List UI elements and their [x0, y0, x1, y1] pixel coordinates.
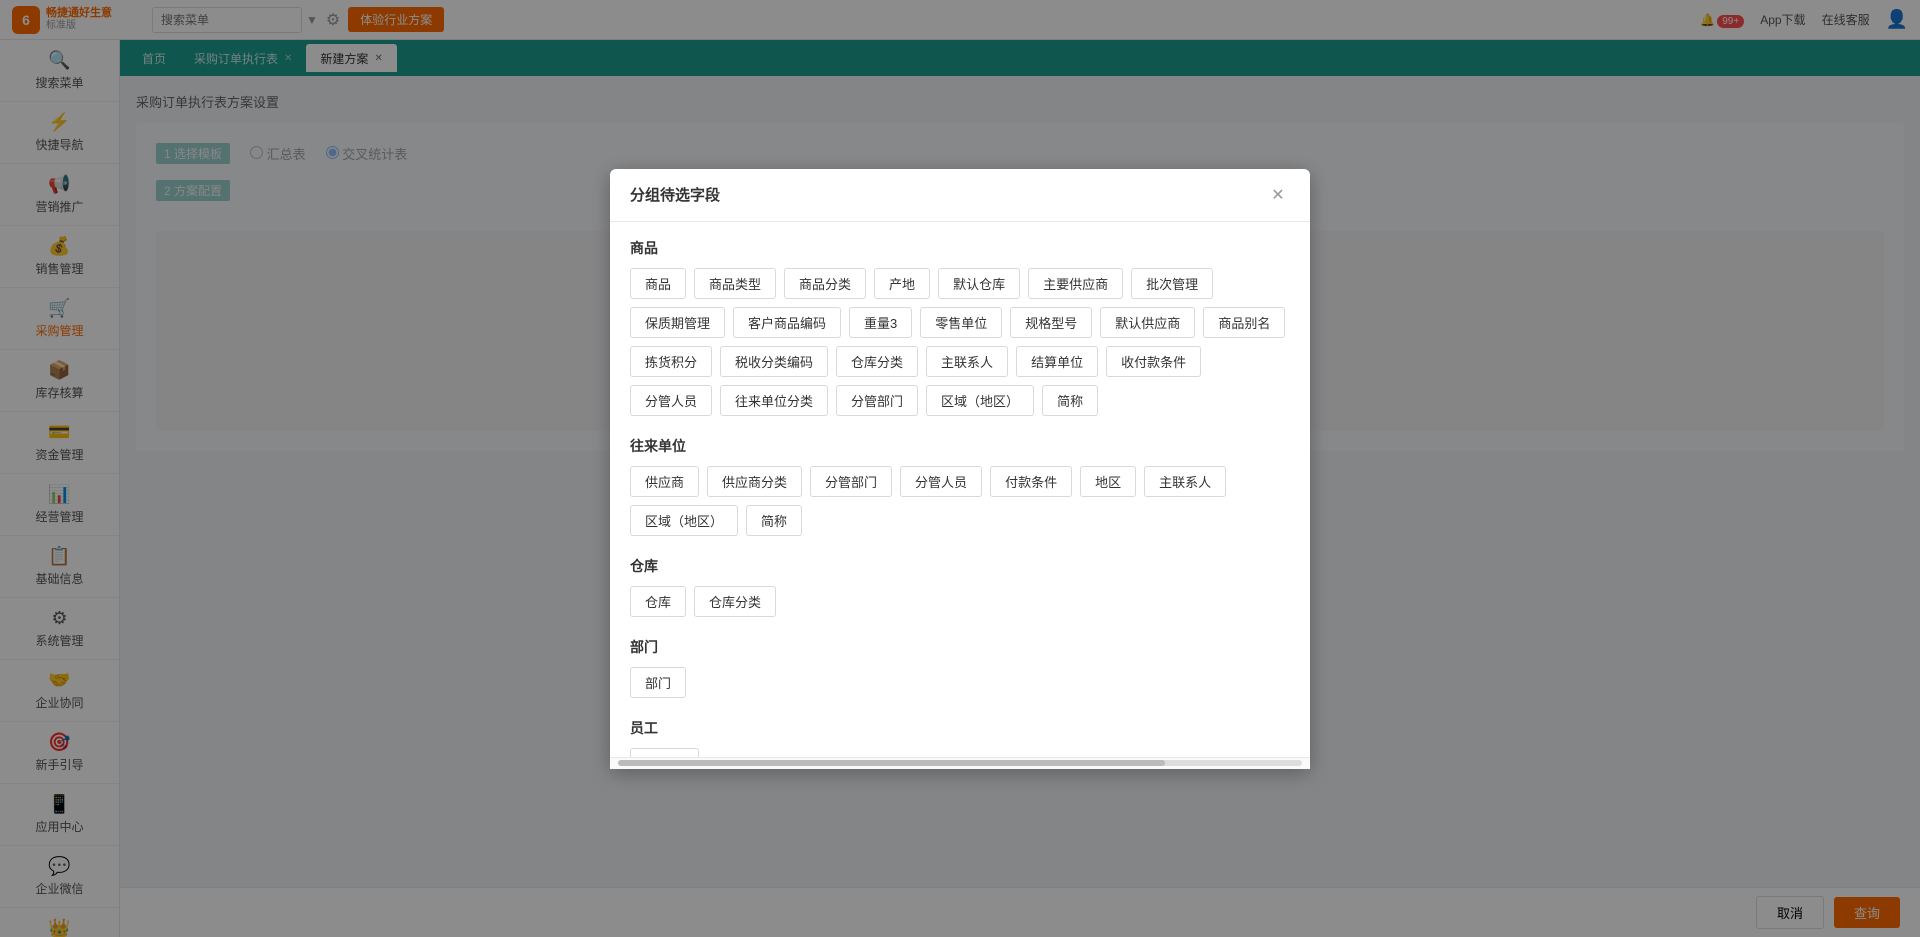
section-department: 部门 部门	[630, 637, 1290, 698]
modal-footer-scroll	[610, 757, 1310, 769]
field-tag[interactable]: 供应商分类	[707, 466, 802, 497]
field-tag[interactable]: 默认供应商	[1100, 307, 1195, 338]
section-staff-title: 员工	[630, 718, 1290, 738]
modal-header: 分组待选字段 ✕	[610, 169, 1310, 222]
field-tag[interactable]: 主要供应商	[1028, 268, 1123, 299]
field-tag[interactable]: 仓库分类	[694, 586, 776, 617]
field-tag[interactable]: 客户商品编码	[733, 307, 841, 338]
field-tag[interactable]: 往来单位分类	[720, 385, 828, 416]
section-staff-fields: 业务员	[630, 748, 1290, 757]
section-warehouse-fields: 仓库 仓库分类	[630, 586, 1290, 617]
field-tag[interactable]: 结算单位	[1016, 346, 1098, 377]
field-tag[interactable]: 分管人员	[900, 466, 982, 497]
section-department-title: 部门	[630, 637, 1290, 657]
section-partner-fields: 供应商 供应商分类 分管部门 分管人员 付款条件 地区 主联系人 区域（地区） …	[630, 466, 1290, 536]
field-tag[interactable]: 地区	[1080, 466, 1136, 497]
section-partner: 往来单位 供应商 供应商分类 分管部门 分管人员 付款条件 地区 主联系人 区域…	[630, 436, 1290, 536]
section-goods-title: 商品	[630, 238, 1290, 258]
field-tag[interactable]: 分管部门	[810, 466, 892, 497]
section-warehouse: 仓库 仓库 仓库分类	[630, 556, 1290, 617]
field-tag[interactable]: 收付款条件	[1106, 346, 1201, 377]
section-goods-fields: 商品 商品类型 商品分类 产地 默认仓库 主要供应商 批次管理 保质期管理 客户…	[630, 268, 1290, 416]
field-tag[interactable]: 区域（地区）	[926, 385, 1034, 416]
field-tag[interactable]: 简称	[1042, 385, 1098, 416]
field-tag[interactable]: 商品	[630, 268, 686, 299]
field-tag[interactable]: 区域（地区）	[630, 505, 738, 536]
field-tag[interactable]: 供应商	[630, 466, 699, 497]
field-tag[interactable]: 商品别名	[1203, 307, 1285, 338]
field-tag[interactable]: 零售单位	[920, 307, 1002, 338]
field-tag[interactable]: 业务员	[630, 748, 699, 757]
modal-title: 分组待选字段	[630, 184, 720, 205]
field-tag[interactable]: 批次管理	[1131, 268, 1213, 299]
field-tag[interactable]: 分管部门	[836, 385, 918, 416]
field-tag[interactable]: 商品类型	[694, 268, 776, 299]
field-tag[interactable]: 税收分类编码	[720, 346, 828, 377]
field-tag[interactable]: 主联系人	[926, 346, 1008, 377]
field-tag[interactable]: 仓库分类	[836, 346, 918, 377]
field-tag[interactable]: 部门	[630, 667, 686, 698]
modal-body: 商品 商品 商品类型 商品分类 产地 默认仓库 主要供应商 批次管理 保质期管理…	[610, 222, 1310, 757]
field-tag[interactable]: 分管人员	[630, 385, 712, 416]
field-tag[interactable]: 仓库	[630, 586, 686, 617]
field-tag[interactable]: 主联系人	[1144, 466, 1226, 497]
field-tag[interactable]: 拣货积分	[630, 346, 712, 377]
modal: 分组待选字段 ✕ 商品 商品 商品类型 商品分类 产地 默认仓库 主要供应商 批…	[610, 169, 1310, 769]
section-warehouse-title: 仓库	[630, 556, 1290, 576]
field-tag[interactable]: 商品分类	[784, 268, 866, 299]
modal-close-btn[interactable]: ✕	[1266, 183, 1290, 207]
modal-overlay: 分组待选字段 ✕ 商品 商品 商品类型 商品分类 产地 默认仓库 主要供应商 批…	[0, 0, 1920, 937]
field-tag[interactable]: 保质期管理	[630, 307, 725, 338]
field-tag[interactable]: 付款条件	[990, 466, 1072, 497]
field-tag[interactable]: 产地	[874, 268, 930, 299]
field-tag[interactable]: 默认仓库	[938, 268, 1020, 299]
section-staff: 员工 业务员	[630, 718, 1290, 757]
field-tag[interactable]: 重量3	[849, 307, 912, 338]
section-partner-title: 往来单位	[630, 436, 1290, 456]
field-tag[interactable]: 规格型号	[1010, 307, 1092, 338]
section-department-fields: 部门	[630, 667, 1290, 698]
section-goods: 商品 商品 商品类型 商品分类 产地 默认仓库 主要供应商 批次管理 保质期管理…	[630, 238, 1290, 416]
field-tag[interactable]: 简称	[746, 505, 802, 536]
